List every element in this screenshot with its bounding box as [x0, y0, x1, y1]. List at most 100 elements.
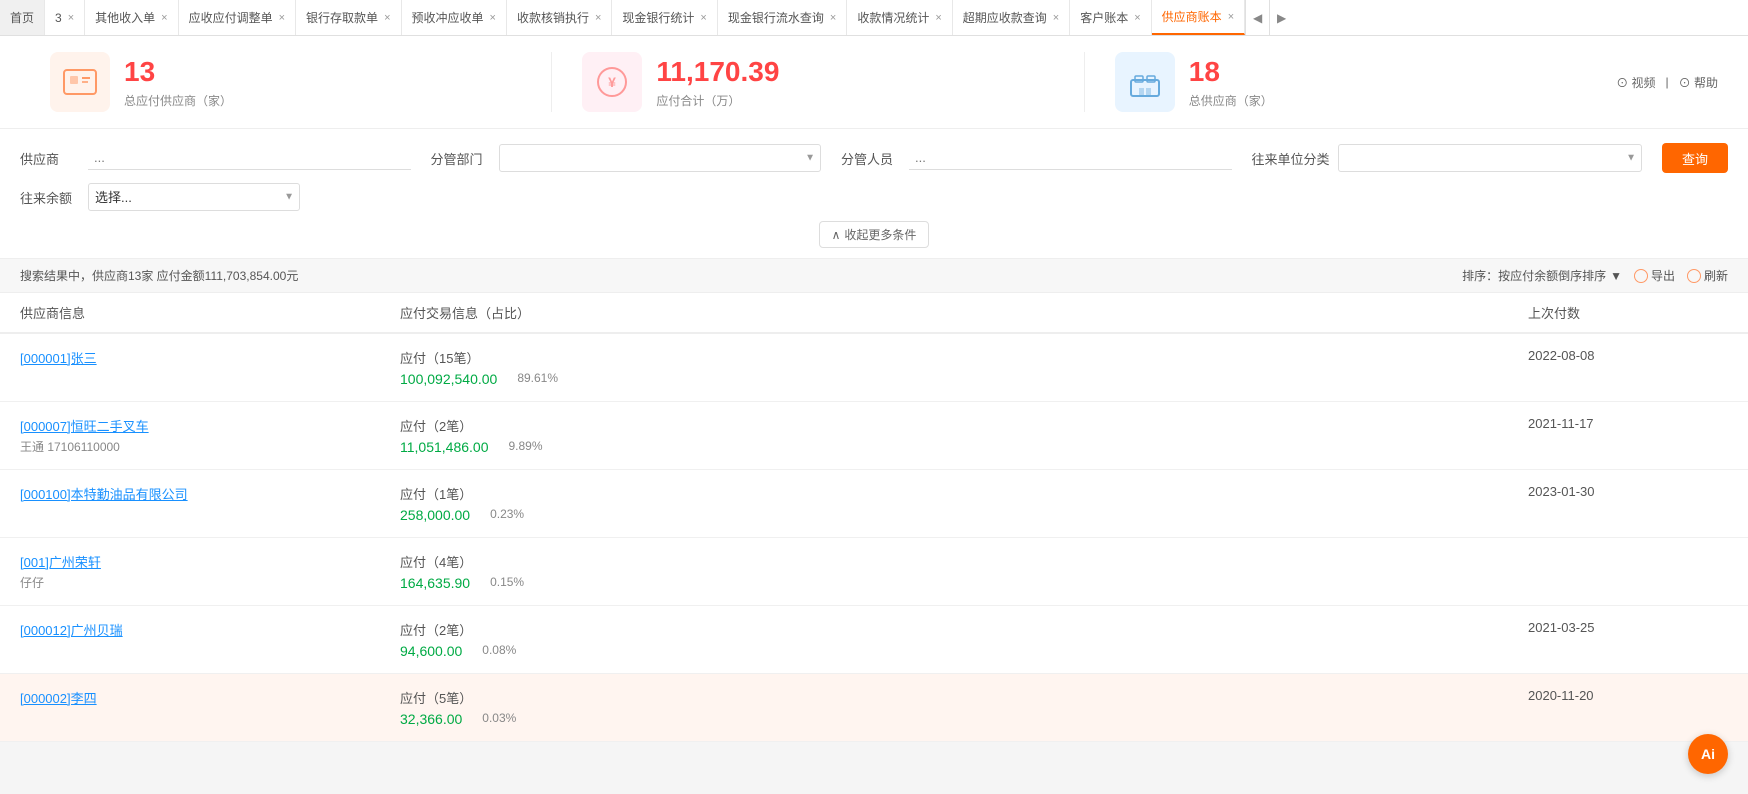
supplier-sub-2: 王通 17106110000: [20, 438, 400, 455]
last-pay-date-1: 2022-08-08: [1528, 348, 1595, 363]
nav-tab-receipt-verify[interactable]: 收款核销执行 ×: [507, 0, 612, 35]
lastpay-2: 2021-11-17: [1528, 416, 1728, 431]
trans-label-5: 应付（2笔）: [400, 620, 1528, 639]
trans-amount-2: 11,051,486.00: [400, 439, 489, 455]
close-icon[interactable]: ×: [1053, 12, 1059, 24]
nav-tab-cash-bank-stat[interactable]: 现金银行统计 ×: [612, 0, 717, 35]
stat-payable-total: ¥ 11,170.39 应付合计（万）: [552, 52, 1084, 112]
nav-tab-overdue-ar-label: 超期应收款查询: [963, 9, 1047, 26]
payable-total-number: 11,170.39: [656, 55, 779, 89]
supplier-link-3[interactable]: [000100]本特勤油品有限公司: [20, 487, 188, 502]
balance-select[interactable]: 选择...: [88, 183, 300, 211]
nav-tab-other-income[interactable]: 其他收入单 ×: [85, 0, 178, 35]
refresh-label: 刷新: [1704, 267, 1728, 284]
close-icon[interactable]: ×: [595, 12, 601, 24]
col-header-supplier: 供应商信息: [20, 303, 400, 322]
nav-tab-prepay-ar-label: 预收冲应收单: [412, 9, 484, 26]
last-pay-date-6: 2020-11-20: [1528, 688, 1594, 703]
trans-pct-2: 9.89%: [509, 439, 543, 453]
close-icon[interactable]: ×: [1228, 11, 1234, 23]
trans-label-1: 应付（15笔）: [400, 348, 1528, 367]
balance-select-wrapper: 选择... ▼: [88, 183, 300, 211]
nav-tab-supplier-ledger[interactable]: 供应商账本 ×: [1152, 0, 1245, 35]
nav-tab-cash-flow-label: 现金银行流水查询: [728, 9, 824, 26]
supplier-link-1[interactable]: [000001]张三: [20, 351, 97, 366]
dept-filter: 分管部门 ▼: [431, 144, 822, 172]
help-link[interactable]: ⊙ 帮助: [1679, 74, 1718, 91]
total-suppliers-text: 18 总供应商（家）: [1189, 55, 1273, 110]
refresh-button[interactable]: 刷新: [1687, 267, 1728, 284]
col-header-lastpay: 上次付数: [1528, 303, 1728, 322]
total-suppliers-number: 18: [1189, 55, 1273, 89]
close-icon[interactable]: ×: [830, 12, 836, 24]
payable-total-label: 应付合计（万）: [656, 92, 779, 109]
payable-total-text: 11,170.39 应付合计（万）: [656, 55, 779, 110]
supplier-label: 供应商: [20, 149, 80, 168]
supplier-link-4[interactable]: [001]广州荣轩: [20, 555, 101, 570]
payable-suppliers-text: 13 总应付供应商（家）: [124, 55, 232, 110]
export-label: 导出: [1651, 267, 1675, 284]
trans-pct-5: 0.08%: [482, 643, 516, 657]
nav-tab-ar-ap-adjust[interactable]: 应收应付调整单 ×: [179, 0, 296, 35]
close-icon[interactable]: ×: [161, 12, 167, 24]
video-link[interactable]: ⊙ 视频: [1616, 74, 1655, 91]
export-button[interactable]: 导出: [1634, 267, 1675, 284]
nav-tab-ar-ap-label: 应收应付调整单: [189, 9, 273, 26]
nav-tab-prepay-ar[interactable]: 预收冲应收单 ×: [402, 0, 507, 35]
trans-pct-4: 0.15%: [490, 575, 524, 589]
supplier-input[interactable]: [88, 146, 411, 170]
supplier-link-6[interactable]: [000002]李四: [20, 691, 97, 706]
supplier-info-1: [000001]张三: [20, 348, 400, 367]
svg-text:¥: ¥: [608, 74, 616, 90]
query-button[interactable]: 查询: [1662, 143, 1728, 173]
collapse-button[interactable]: ∧ 收起更多条件: [819, 221, 930, 248]
person-input[interactable]: [909, 146, 1232, 170]
nav-tab-receipt-verify-label: 收款核销执行: [517, 9, 589, 26]
supplier-link-5[interactable]: [000012]广州贝瑞: [20, 623, 123, 638]
sort-select[interactable]: 排序：按应付余额倒序排序 ▼: [1462, 267, 1622, 284]
close-icon[interactable]: ×: [1134, 12, 1140, 24]
close-icon[interactable]: ×: [700, 12, 706, 24]
col-header-transaction: 应付交易信息（占比）: [400, 303, 1528, 322]
nav-tab-cash-flow-query[interactable]: 现金银行流水查询 ×: [718, 0, 847, 35]
filter-area: 供应商 分管部门 ▼ 分管人员 往来单位分类 ▼ 查询: [0, 129, 1748, 259]
data-table: 供应商信息 应付交易信息（占比） 上次付数 [000001]张三 应付（15笔）…: [0, 293, 1748, 742]
nav-tab-overdue-ar[interactable]: 超期应收款查询 ×: [953, 0, 1070, 35]
total-suppliers-icon: [1115, 52, 1175, 112]
close-icon[interactable]: ×: [384, 12, 390, 24]
nav-tab-other-income-label: 其他收入单: [95, 9, 155, 26]
lastpay-5: 2021-03-25: [1528, 620, 1728, 635]
chevron-down-icon: ▼: [1610, 269, 1622, 283]
nav-tab-bank-deposit[interactable]: 银行存取款单 ×: [296, 0, 401, 35]
nav-tab-home[interactable]: 首页: [0, 0, 45, 35]
supplier-sub-4: 仔仔: [20, 574, 400, 591]
balance-filter: 往来余额 选择... ▼: [20, 183, 300, 211]
supplier-link-2[interactable]: [000007]恒旺二手叉车: [20, 419, 149, 434]
nav-prev-button[interactable]: ◀: [1245, 0, 1269, 35]
nav-tab-3[interactable]: 3 ×: [45, 0, 85, 35]
nav-tab-customer-ledger[interactable]: 客户账本 ×: [1070, 0, 1151, 35]
close-icon[interactable]: ×: [490, 12, 496, 24]
category-select[interactable]: [1338, 144, 1642, 172]
stats-bar: 13 总应付供应商（家） ¥ 11,170.39 应付合计（万） 1: [0, 36, 1748, 129]
result-actions: 排序：按应付余额倒序排序 ▼ 导出 刷新: [1462, 267, 1728, 284]
export-icon: [1634, 269, 1648, 283]
close-icon[interactable]: ×: [279, 12, 285, 24]
ai-badge[interactable]: Ai: [1688, 734, 1728, 774]
stat-total-suppliers: 18 总供应商（家）: [1085, 52, 1616, 112]
table-row: [001]广州荣轩 仔仔 应付（4笔） 164,635.90 0.15%: [0, 538, 1748, 606]
table-row: [000001]张三 应付（15笔） 100,092,540.00 89.61%…: [0, 334, 1748, 402]
dept-select[interactable]: [499, 144, 822, 172]
table-header: 供应商信息 应付交易信息（占比） 上次付数: [0, 293, 1748, 334]
nav-tab-receipt-stat[interactable]: 收款情况统计 ×: [847, 0, 952, 35]
trans-amount-3: 258,000.00: [400, 507, 470, 523]
nav-tab-customer-ledger-label: 客户账本: [1080, 9, 1128, 26]
close-icon[interactable]: ×: [68, 12, 74, 24]
nav-next-button[interactable]: ▶: [1269, 0, 1293, 35]
close-icon[interactable]: ×: [935, 12, 941, 24]
lastpay-1: 2022-08-08: [1528, 348, 1728, 363]
stat-payable-suppliers: 13 总应付供应商（家）: [20, 52, 552, 112]
trans-pct-1: 89.61%: [517, 371, 558, 385]
nav-tab-receipt-stat-label: 收款情况统计: [857, 9, 929, 26]
supplier-info-5: [000012]广州贝瑞: [20, 620, 400, 639]
